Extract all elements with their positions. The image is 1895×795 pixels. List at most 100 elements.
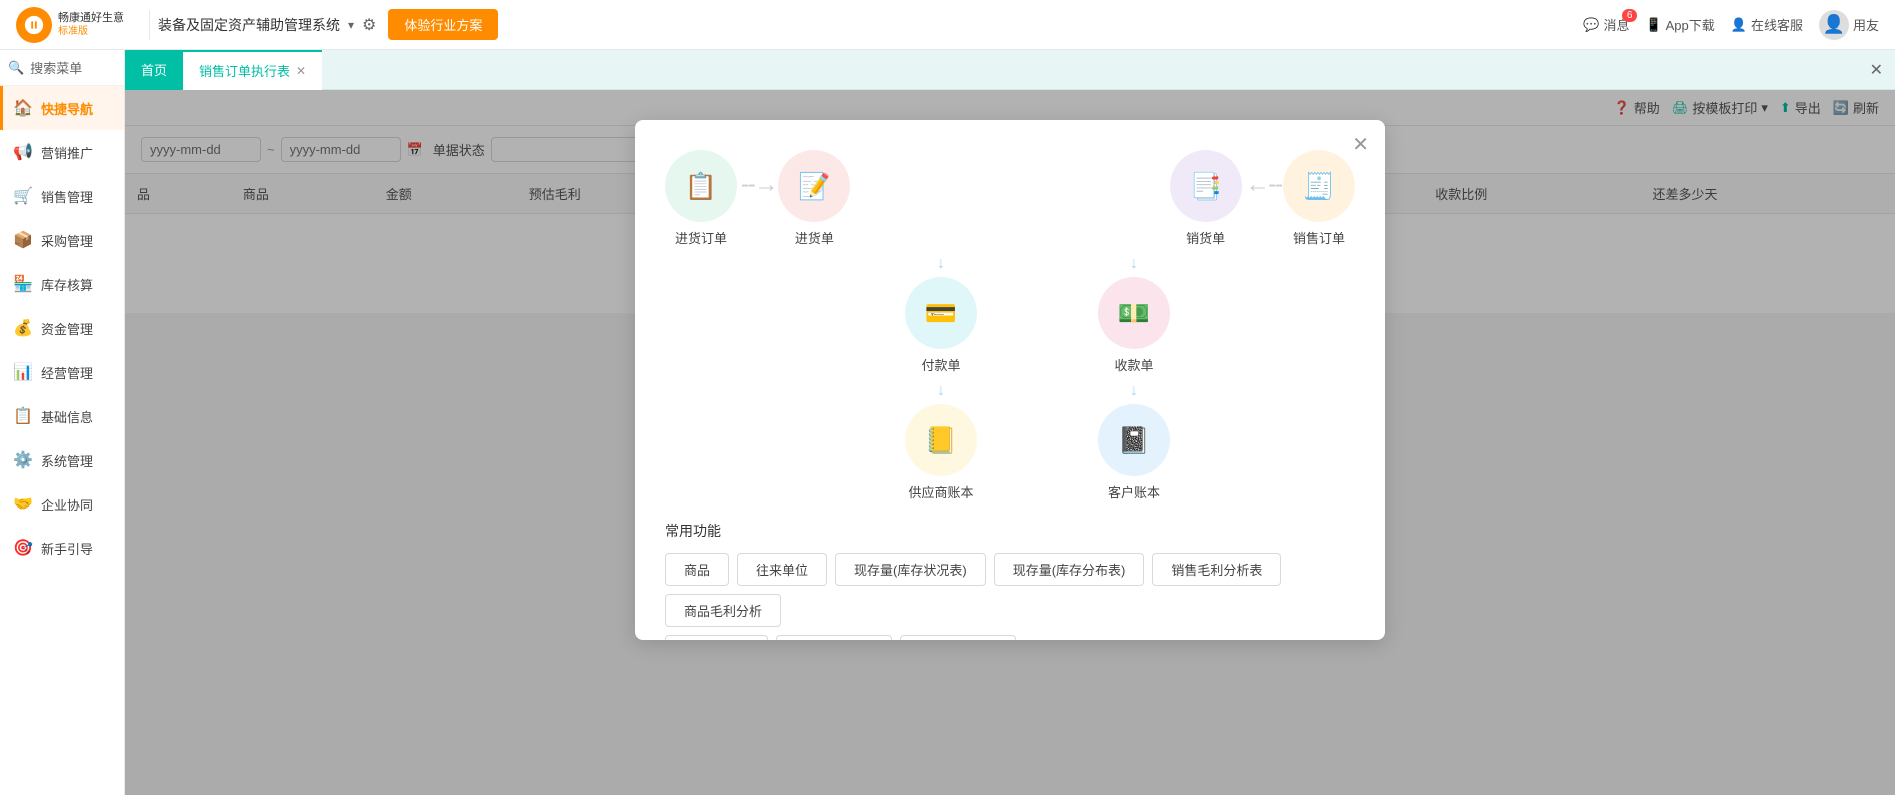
payment-bill-label: 付款单 <box>921 355 960 374</box>
arrow-down-payment: ↓ <box>937 255 945 273</box>
func-buttons-row1: 商品 往来单位 现存量(库存状况表) 现存量(库存分布表) 销售毛利分析表 商品… <box>665 553 1355 627</box>
sidebar-item-label-sales: 销售管理 <box>41 187 93 206</box>
purchase-bill-label: 进货单 <box>795 228 834 247</box>
user-btn[interactable]: 👤 用友 <box>1819 10 1879 40</box>
sidebar-item-purchase[interactable]: 📦 采购管理 <box>0 218 124 262</box>
user-avatar: 👤 <box>1819 10 1849 40</box>
top-bar: 畅康通好生意 标准版 装备及固定资产辅助管理系统 ▾ ⚙ 体验行业方案 💬 消息… <box>0 0 1895 50</box>
customer-ledger-label: 客户账本 <box>1108 482 1160 501</box>
basic-info-icon: 📋 <box>13 406 33 426</box>
purchase-bill-icon: 📝 <box>798 171 830 202</box>
func-btn-product-gross[interactable]: 商品毛利分析 <box>665 594 781 627</box>
logo-line2: 标准版 <box>58 25 124 38</box>
sidebar-item-label-funds: 资金管理 <box>41 319 93 338</box>
sidebar-search-label: 搜索菜单 <box>30 58 82 77</box>
func-btn-payment-stats[interactable]: 付款情况统计 <box>900 635 1016 640</box>
flow-node-customer-ledger[interactable]: 📓 客户账本 <box>1098 404 1170 501</box>
app-download-btn[interactable]: 📱 App下载 <box>1645 15 1714 34</box>
tab-sales-exec-label: 销售订单执行表 <box>199 61 290 80</box>
tab-home[interactable]: 首页 <box>125 50 183 90</box>
search-icon: 🔍 <box>8 60 24 76</box>
payment-bill-icon: 💳 <box>925 298 957 329</box>
func-btn-receipt-stats[interactable]: 收款情况统计 <box>776 635 892 640</box>
common-functions-title: 常用功能 <box>665 521 1355 541</box>
marketing-icon: 📢 <box>13 142 33 162</box>
sidebar-item-sys-mgmt[interactable]: ⚙️ 系统管理 <box>0 438 124 482</box>
online-service-label: 在线客服 <box>1751 15 1803 34</box>
page-content: ❓ 帮助 🖨 按模板打印 ▾ ⬆ 导出 🔄 <box>125 90 1895 795</box>
func-buttons-row2: 销售排行榜 收款情况统计 付款情况统计 <box>665 635 1355 640</box>
sidebar-item-inventory[interactable]: 🏪 库存核算 <box>0 262 124 306</box>
sidebar-item-label-sys-mgmt: 系统管理 <box>41 451 93 470</box>
arrow-down-receipt: ↓ <box>1130 255 1138 273</box>
sidebar-item-label-inventory: 库存核算 <box>41 275 93 294</box>
sidebar: 🔍 搜索菜单 🏠 快捷导航 📢 营销推广 🛒 销售管理 📦 采购管理 🏪 <box>0 50 125 795</box>
sales-order-label: 销售订单 <box>1293 228 1345 247</box>
sales-bill-label: 销货单 <box>1186 228 1225 247</box>
tab-home-label: 首页 <box>141 60 167 79</box>
sales-order-circle: 🧾 <box>1283 150 1355 222</box>
service-icon: 👤 <box>1731 17 1747 33</box>
top-bar-divider <box>149 10 150 40</box>
main-area: 🔍 搜索菜单 🏠 快捷导航 📢 营销推广 🛒 销售管理 📦 采购管理 🏪 <box>0 50 1895 795</box>
online-service-btn[interactable]: 👤 在线客服 <box>1731 15 1803 34</box>
popup-close-btn[interactable]: ✕ <box>1352 132 1369 157</box>
flow-node-purchase-bill[interactable]: 📝 进货单 <box>778 150 850 247</box>
flow-node-sales-bill[interactable]: 📑 销货单 <box>1170 150 1242 247</box>
system-name-area: 装备及固定资产辅助管理系统 ▾ ⚙ <box>158 15 376 35</box>
message-badge: 6 <box>1622 9 1638 22</box>
system-name-text: 装备及固定资产辅助管理系统 <box>158 15 340 35</box>
message-icon: 💬 <box>1583 17 1599 33</box>
func-btn-gross-analysis[interactable]: 销售毛利分析表 <box>1152 553 1281 586</box>
sidebar-item-enterprise[interactable]: 🤝 企业协同 <box>0 482 124 526</box>
purchase-icon: 📦 <box>13 230 33 250</box>
flow-node-purchase-order[interactable]: 📋 进货订单 <box>665 150 737 247</box>
app-download-label: App下载 <box>1666 15 1715 34</box>
payment-bill-circle: 💳 <box>905 277 977 349</box>
sidebar-item-label-basic-info: 基础信息 <box>41 407 93 426</box>
receipt-bill-circle: 💵 <box>1098 277 1170 349</box>
flow-node-payment-bill[interactable]: 💳 付款单 <box>905 277 977 374</box>
sidebar-item-guide[interactable]: 🎯 新手引导 <box>0 526 124 570</box>
tab-sales-exec[interactable]: 销售订单执行表 ✕ <box>183 50 322 90</box>
sidebar-item-sales[interactable]: 🛒 销售管理 <box>0 174 124 218</box>
enterprise-icon: 🤝 <box>13 494 33 514</box>
sidebar-item-label-purchase: 采购管理 <box>41 231 93 250</box>
func-btn-stock-status[interactable]: 现存量(库存状况表) <box>835 553 986 586</box>
func-btn-stock-dist[interactable]: 现存量(库存分布表) <box>994 553 1145 586</box>
tab-sales-exec-close[interactable]: ✕ <box>296 64 306 78</box>
sales-order-icon: 🧾 <box>1303 171 1335 202</box>
sidebar-item-operations[interactable]: 📊 经营管理 <box>0 350 124 394</box>
sidebar-search[interactable]: 🔍 搜索菜单 <box>0 50 124 86</box>
logo-text: 畅康通好生意 标准版 <box>58 11 124 38</box>
sidebar-item-funds[interactable]: 💰 资金管理 <box>0 306 124 350</box>
arrow-down-customer: ↓ <box>1130 382 1138 400</box>
customer-ledger-circle: 📓 <box>1098 404 1170 476</box>
sidebar-item-label-guide: 新手引导 <box>41 539 93 558</box>
flow-node-supplier-ledger[interactable]: 📒 供应商账本 <box>905 404 977 501</box>
sidebar-item-marketing[interactable]: 📢 营销推广 <box>0 130 124 174</box>
func-btn-product[interactable]: 商品 <box>665 553 729 586</box>
logo-line1: 畅康通好生意 <box>58 11 124 25</box>
func-btn-partner[interactable]: 往来单位 <box>737 553 827 586</box>
supplier-ledger-label: 供应商账本 <box>908 482 973 501</box>
sidebar-item-quick-nav[interactable]: 🏠 快捷导航 <box>0 86 124 130</box>
settings-icon[interactable]: ⚙ <box>362 15 376 35</box>
sidebar-item-label-enterprise: 企业协同 <box>41 495 93 514</box>
arrow-purchase-order-to-bill: - - → <box>741 171 774 227</box>
message-btn[interactable]: 💬 消息 6 <box>1583 15 1629 34</box>
flow-node-sales-order[interactable]: 🧾 销售订单 <box>1283 150 1355 247</box>
funds-icon: 💰 <box>13 318 33 338</box>
trial-button[interactable]: 体验行业方案 <box>388 9 498 40</box>
sales-bill-circle: 📑 <box>1170 150 1242 222</box>
app-container: 畅康通好生意 标准版 装备及固定资产辅助管理系统 ▾ ⚙ 体验行业方案 💬 消息… <box>0 0 1895 795</box>
tab-close-all[interactable]: ✕ <box>1870 60 1883 80</box>
purchase-order-circle: 📋 <box>665 150 737 222</box>
sidebar-item-basic-info[interactable]: 📋 基础信息 <box>0 394 124 438</box>
user-label: 用友 <box>1853 15 1879 34</box>
system-dropdown-btn[interactable]: ▾ <box>348 18 354 32</box>
sales-bill-icon: 📑 <box>1189 171 1221 202</box>
func-btn-sales-rank[interactable]: 销售排行榜 <box>665 635 768 640</box>
customer-ledger-icon: 📓 <box>1118 425 1150 456</box>
flow-node-receipt-bill[interactable]: 💵 收款单 <box>1098 277 1170 374</box>
